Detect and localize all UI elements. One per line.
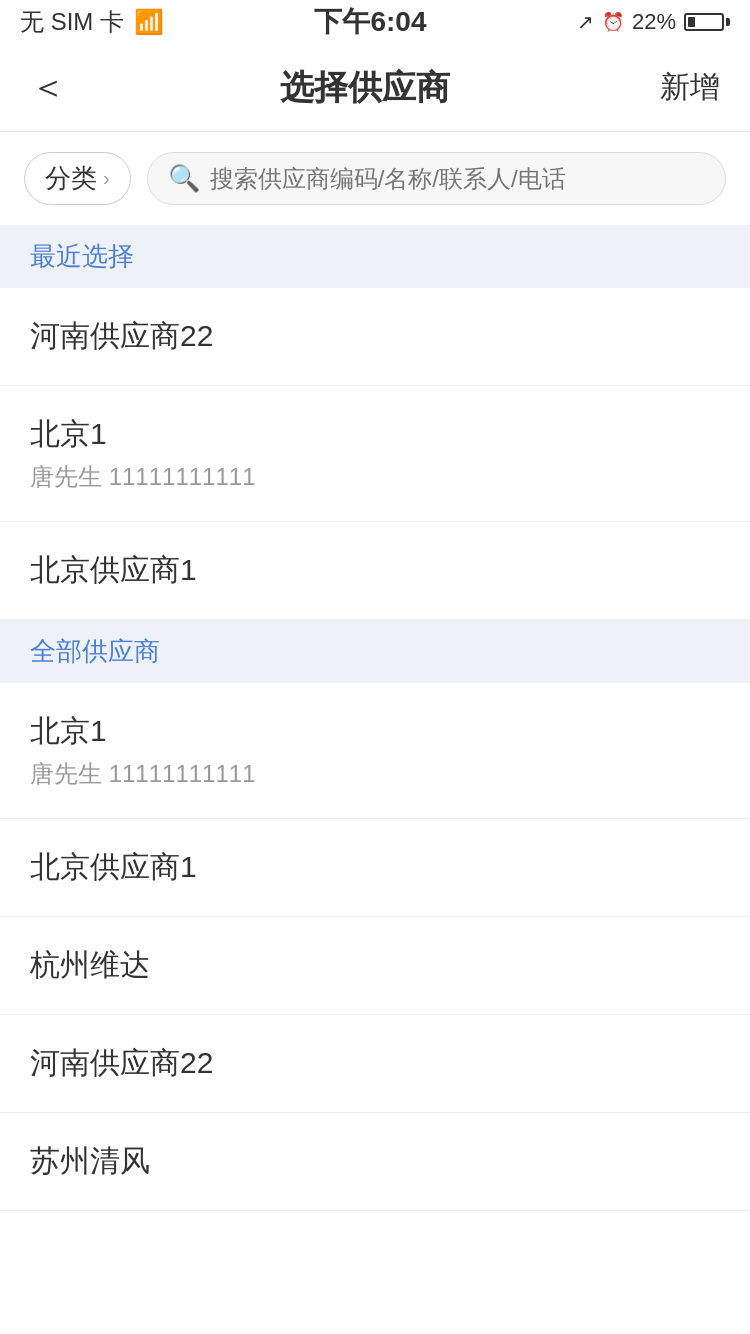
- status-time: 下午6:04: [314, 3, 426, 41]
- battery-icon: [684, 13, 730, 31]
- alarm-icon: ⏰: [602, 11, 624, 33]
- back-button[interactable]: ＜: [30, 63, 90, 112]
- list-item[interactable]: 北京供应商1: [0, 522, 750, 620]
- list-item[interactable]: 苏州清风: [0, 1113, 750, 1211]
- status-bar: 无 SIM 卡 📶 下午6:04 ↗ ⏰ 22%: [0, 0, 750, 44]
- item-name: 北京1: [30, 711, 720, 752]
- list-item[interactable]: 杭州维达: [0, 917, 750, 1015]
- status-right: ↗ ⏰ 22%: [577, 9, 730, 35]
- no-sim-text: 无 SIM 卡: [20, 6, 124, 38]
- list-item[interactable]: 北京1 唐先生 11111111111: [0, 683, 750, 819]
- add-button[interactable]: 新增: [640, 67, 720, 108]
- filter-row: 分类 › 🔍: [0, 132, 750, 225]
- list-item[interactable]: 河南供应商22: [0, 288, 750, 386]
- chevron-icon: ›: [103, 167, 110, 190]
- item-name: 苏州清风: [30, 1141, 720, 1182]
- search-input[interactable]: [210, 165, 705, 193]
- list-item[interactable]: 河南供应商22: [0, 1015, 750, 1113]
- all-section-header: 全部供应商: [0, 620, 750, 683]
- item-name: 北京1: [30, 414, 720, 455]
- item-name: 北京供应商1: [30, 550, 720, 591]
- category-label: 分类: [45, 161, 97, 196]
- item-name: 河南供应商22: [30, 316, 720, 357]
- location-icon: ↗: [577, 10, 594, 34]
- item-sub: 唐先生 11111111111: [30, 758, 720, 790]
- list-item[interactable]: 北京供应商1: [0, 819, 750, 917]
- page-title: 选择供应商: [280, 65, 450, 111]
- item-sub: 唐先生 11111111111: [30, 461, 720, 493]
- battery-percent: 22%: [632, 9, 676, 35]
- item-name: 杭州维达: [30, 945, 720, 986]
- status-left: 无 SIM 卡 📶: [20, 6, 164, 38]
- item-name: 北京供应商1: [30, 847, 720, 888]
- search-box: 🔍: [147, 152, 726, 205]
- wifi-icon: 📶: [134, 8, 164, 36]
- list-item[interactable]: 北京1 唐先生 11111111111: [0, 386, 750, 522]
- recent-section-header: 最近选择: [0, 225, 750, 288]
- nav-bar: ＜ 选择供应商 新增: [0, 44, 750, 132]
- search-icon: 🔍: [168, 163, 200, 194]
- all-list: 北京1 唐先生 11111111111 北京供应商1 杭州维达河南供应商22 苏州清风: [0, 683, 750, 1211]
- category-filter-button[interactable]: 分类 ›: [24, 152, 131, 205]
- item-name: 河南供应商22: [30, 1043, 720, 1084]
- recent-list: 河南供应商22 北京1 唐先生 11111111111 北京供应商1: [0, 288, 750, 620]
